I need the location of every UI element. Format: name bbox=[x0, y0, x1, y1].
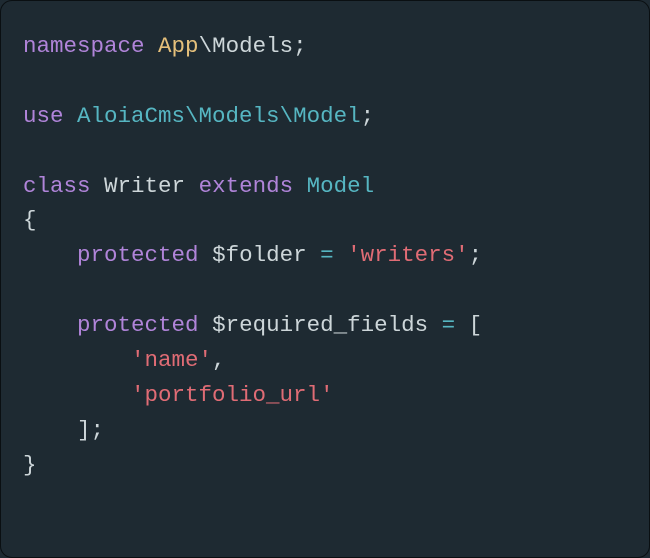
keyword-protected: protected bbox=[77, 242, 199, 268]
equals: = bbox=[320, 242, 334, 268]
semicolon: ; bbox=[91, 417, 105, 443]
code-line: 'portfolio_url' bbox=[23, 382, 334, 408]
code-line: ]; bbox=[23, 417, 104, 443]
code-line: namespace App\Models; bbox=[23, 33, 307, 59]
brace-open: { bbox=[23, 207, 37, 233]
bracket-close: ] bbox=[77, 417, 91, 443]
string-portfolio-url: 'portfolio_url' bbox=[131, 382, 334, 408]
use-path: AloiaCms\Models\Model bbox=[77, 103, 361, 129]
var-required-fields: $required_fields bbox=[212, 312, 428, 338]
supertype: Model bbox=[307, 173, 375, 199]
code-line: use AloiaCms\Models\Model; bbox=[23, 103, 374, 129]
string-name: 'name' bbox=[131, 347, 212, 373]
brace-close: } bbox=[23, 452, 37, 478]
keyword-namespace: namespace bbox=[23, 33, 145, 59]
code-line: 'name', bbox=[23, 347, 226, 373]
keyword-protected: protected bbox=[77, 312, 199, 338]
equals: = bbox=[442, 312, 456, 338]
code-block: namespace App\Models; use AloiaCms\Model… bbox=[0, 0, 650, 558]
semicolon: ; bbox=[293, 33, 307, 59]
code-line: } bbox=[23, 452, 37, 478]
code-line: protected $required_fields = [ bbox=[23, 312, 482, 338]
code-line: protected $folder = 'writers'; bbox=[23, 242, 482, 268]
semicolon: ; bbox=[361, 103, 375, 129]
keyword-use: use bbox=[23, 103, 64, 129]
semicolon: ; bbox=[469, 242, 483, 268]
comma: , bbox=[212, 347, 226, 373]
code-line: class Writer extends Model bbox=[23, 173, 374, 199]
class-name: Writer bbox=[104, 173, 185, 199]
keyword-class: class bbox=[23, 173, 91, 199]
namespace-second: Models bbox=[212, 33, 293, 59]
var-folder: $folder bbox=[212, 242, 307, 268]
namespace-first: App bbox=[158, 33, 199, 59]
bracket-open: [ bbox=[469, 312, 483, 338]
keyword-extends: extends bbox=[199, 173, 294, 199]
code-line: { bbox=[23, 207, 37, 233]
namespace-sep: \ bbox=[199, 33, 213, 59]
string-writers: 'writers' bbox=[347, 242, 469, 268]
